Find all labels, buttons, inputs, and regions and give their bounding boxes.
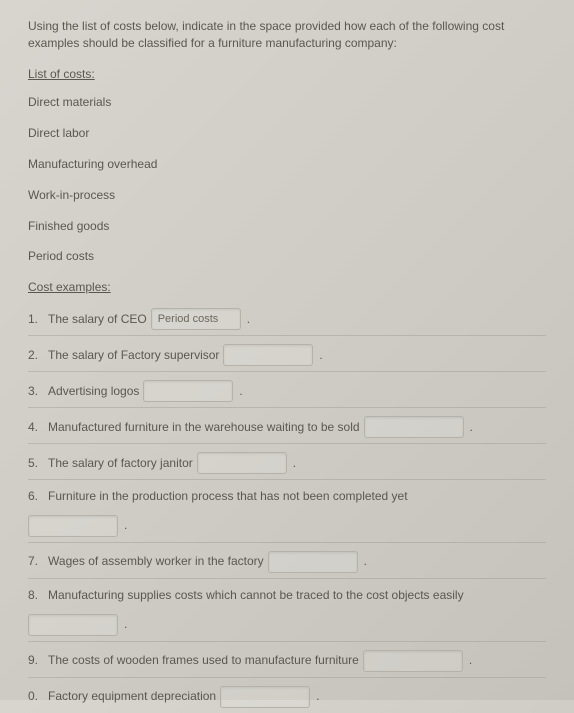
period: . bbox=[316, 688, 319, 705]
period: . bbox=[124, 616, 127, 633]
list-of-costs-header: List of costs: bbox=[28, 66, 546, 83]
example-number: 7. bbox=[28, 553, 38, 570]
example-text: The salary of CEO bbox=[48, 311, 147, 328]
cost-item: Manufacturing overhead bbox=[28, 156, 546, 173]
answer-input[interactable] bbox=[28, 515, 118, 537]
example-number: 5. bbox=[28, 455, 38, 472]
example-number: 0. bbox=[28, 688, 38, 705]
example-row: 4. Manufactured furniture in the warehou… bbox=[28, 416, 546, 444]
example-row: 8. Manufacturing supplies costs which ca… bbox=[28, 587, 546, 642]
period: . bbox=[124, 517, 127, 534]
answer-input[interactable] bbox=[223, 344, 313, 366]
answer-input[interactable] bbox=[197, 452, 287, 474]
example-row: 3. Advertising logos . bbox=[28, 380, 546, 408]
answer-input[interactable] bbox=[28, 614, 118, 636]
cost-item: Period costs bbox=[28, 248, 546, 265]
answer-input[interactable] bbox=[363, 650, 463, 672]
example-row: 2. The salary of Factory supervisor . bbox=[28, 344, 546, 372]
period: . bbox=[470, 419, 473, 436]
period: . bbox=[319, 347, 322, 364]
answer-input[interactable] bbox=[143, 380, 233, 402]
example-number: 4. bbox=[28, 419, 38, 436]
example-text: The costs of wooden frames used to manuf… bbox=[48, 652, 359, 669]
period: . bbox=[239, 383, 242, 400]
example-text: Advertising logos bbox=[48, 383, 139, 400]
example-row: 5. The salary of factory janitor . bbox=[28, 452, 546, 480]
example-row: 6. Furniture in the production process t… bbox=[28, 488, 546, 543]
example-text: Factory equipment depreciation bbox=[48, 688, 216, 705]
answer-input[interactable] bbox=[220, 686, 310, 708]
cost-item: Work-in-process bbox=[28, 187, 546, 204]
example-number: 2. bbox=[28, 347, 38, 364]
answer-input[interactable]: Period costs bbox=[151, 308, 241, 330]
answer-input[interactable] bbox=[268, 551, 358, 573]
example-number: 9. bbox=[28, 652, 38, 669]
example-row: 1. The salary of CEO Period costs . bbox=[28, 308, 546, 336]
example-text: The salary of Factory supervisor bbox=[48, 347, 219, 364]
period: . bbox=[293, 455, 296, 472]
cost-examples-header: Cost examples: bbox=[28, 279, 546, 296]
example-number: 3. bbox=[28, 383, 38, 400]
example-text: Manufactured furniture in the warehouse … bbox=[48, 419, 360, 436]
period: . bbox=[247, 311, 250, 328]
period: . bbox=[469, 652, 472, 669]
period: . bbox=[364, 553, 367, 570]
example-number: 6. bbox=[28, 488, 38, 505]
example-text: Manufacturing supplies costs which canno… bbox=[48, 587, 464, 604]
example-row: 9. The costs of wooden frames used to ma… bbox=[28, 650, 546, 678]
example-number: 8. bbox=[28, 587, 38, 604]
example-text: Wages of assembly worker in the factory bbox=[48, 553, 264, 570]
example-row: 7. Wages of assembly worker in the facto… bbox=[28, 551, 546, 579]
answer-input[interactable] bbox=[364, 416, 464, 438]
example-text: The salary of factory janitor bbox=[48, 455, 193, 472]
example-text: Furniture in the production process that… bbox=[48, 488, 408, 505]
cost-item: Direct labor bbox=[28, 125, 546, 142]
intro-text: Using the list of costs below, indicate … bbox=[28, 18, 546, 52]
cost-item: Finished goods bbox=[28, 218, 546, 235]
cost-item: Direct materials bbox=[28, 94, 546, 111]
examples-list: 1. The salary of CEO Period costs . 2. T… bbox=[28, 308, 546, 713]
example-row: 0. Factory equipment depreciation . bbox=[28, 686, 546, 713]
example-number: 1. bbox=[28, 311, 38, 328]
